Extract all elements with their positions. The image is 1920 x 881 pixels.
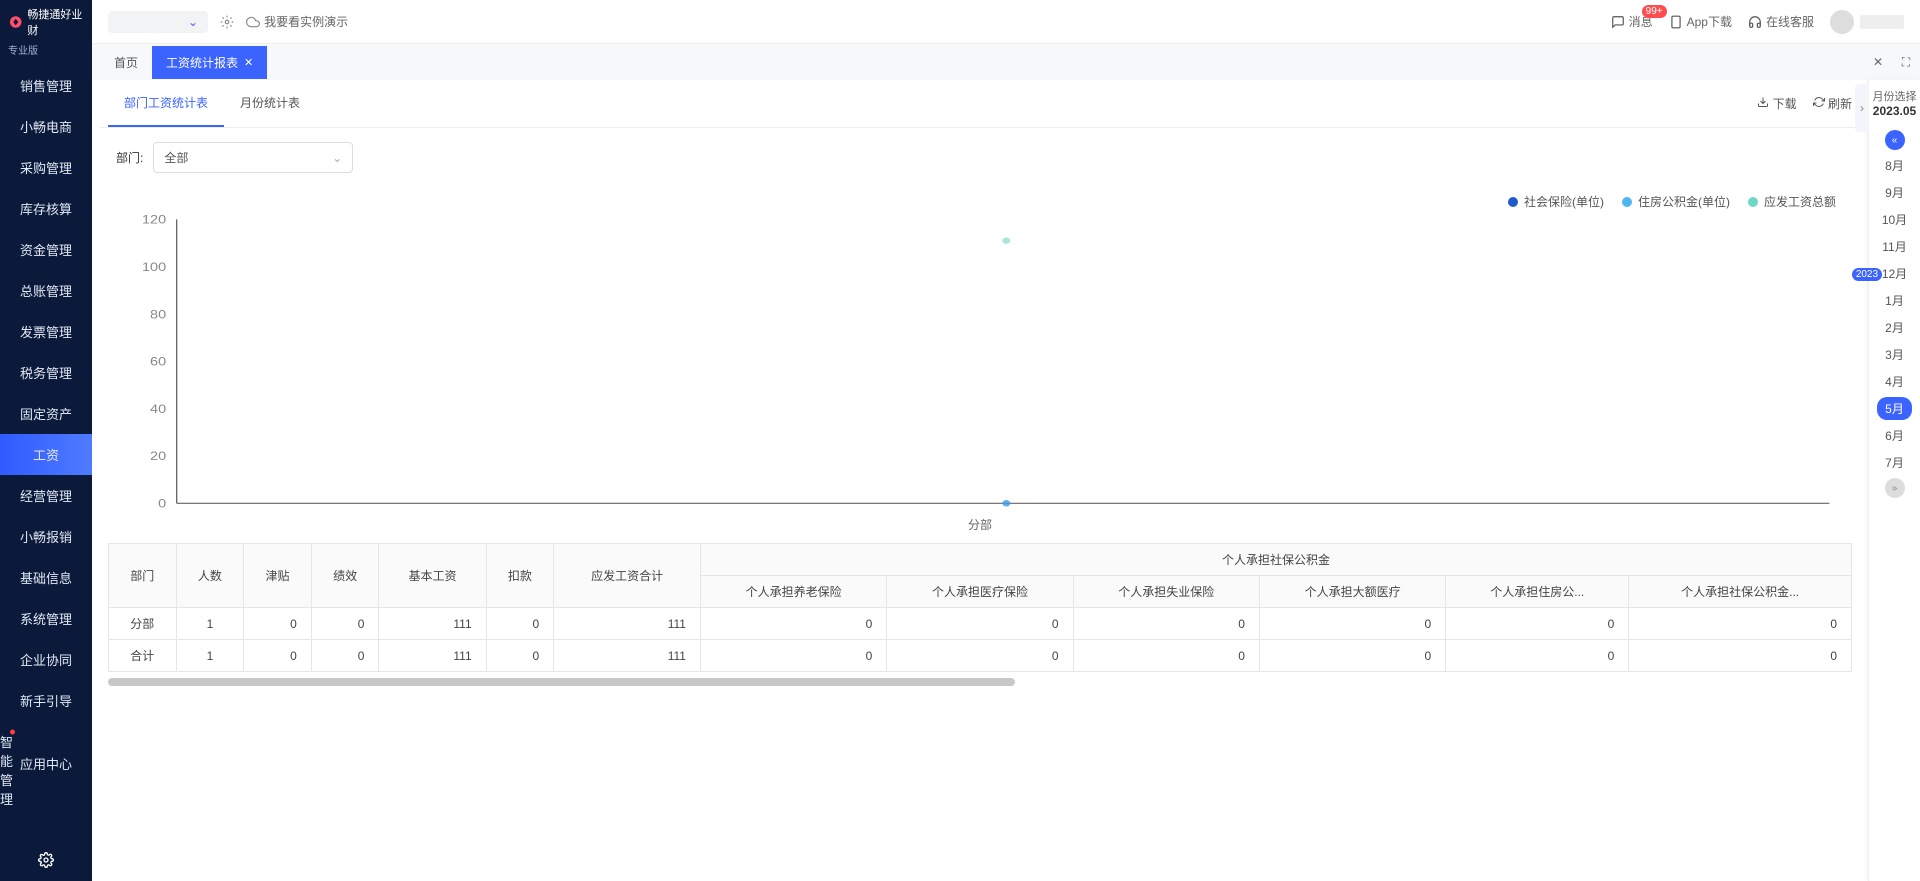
- sidebar-item-12[interactable]: 基础信息: [0, 557, 92, 598]
- message-icon: [1611, 15, 1625, 29]
- year-tag: 2023: [1852, 268, 1882, 281]
- tabstrip: 首页工资统计报表✕ ✕ ⛶: [92, 44, 1920, 80]
- sidebar-item-9[interactable]: 工资: [0, 434, 92, 475]
- sidebar-item-11[interactable]: 小畅报销: [0, 516, 92, 557]
- table-row: 分部1001110111000000: [109, 608, 1852, 640]
- sidebar-item-1[interactable]: 小畅电商: [0, 106, 92, 147]
- headset-icon: [1748, 15, 1762, 29]
- user-avatar[interactable]: [1830, 10, 1904, 34]
- month-list: 2023 8月9月10月11月12月1月2月3月4月5月6月7月: [1874, 154, 1915, 474]
- chart-legend: 社会保险(单位) 住房公积金(单位) 应发工资总额: [124, 187, 1836, 214]
- tab-close-icon[interactable]: ✕: [244, 56, 253, 69]
- customer-service-button[interactable]: 在线客服: [1748, 13, 1814, 30]
- chevron-down-icon: ⌄: [332, 151, 342, 165]
- settings-icon[interactable]: [0, 842, 92, 881]
- month-item-2[interactable]: 10月: [1874, 208, 1915, 231]
- chart: 0 20 40 60 80 100 120: [124, 214, 1836, 514]
- month-item-11[interactable]: 7月: [1877, 451, 1912, 474]
- month-picker-collapse[interactable]: ›: [1855, 84, 1869, 132]
- nav: 销售管理小畅电商采购管理库存核算资金管理总账管理发票管理税务管理固定资产工资经营…: [0, 65, 92, 842]
- sidebar-item-3[interactable]: 库存核算: [0, 188, 92, 229]
- sidebar-item-13[interactable]: 系统管理: [0, 598, 92, 639]
- legend-item-3[interactable]: 应发工资总额: [1748, 193, 1836, 210]
- download-button[interactable]: 下载: [1757, 95, 1796, 112]
- company-dropdown[interactable]: ⌄: [108, 11, 208, 33]
- chart-xlabel: 分部: [124, 514, 1836, 533]
- month-item-6[interactable]: 2月: [1877, 316, 1912, 339]
- dept-select[interactable]: 全部 ⌄: [153, 142, 353, 173]
- month-item-1[interactable]: 9月: [1877, 181, 1912, 204]
- brand: 畅捷通好业财: [0, 0, 92, 42]
- sidebar-item-5[interactable]: 总账管理: [0, 270, 92, 311]
- svg-text:100: 100: [142, 260, 166, 273]
- fullscreen-button[interactable]: ⛶: [1892, 48, 1920, 76]
- chevron-down-icon: ⌄: [188, 15, 198, 29]
- dept-filter-label: 部门:: [116, 149, 143, 166]
- month-item-8[interactable]: 4月: [1877, 370, 1912, 393]
- stats-table: 部门人数津贴绩效基本工资扣款应发工资合计个人承担社保公积金个人承担养老保险个人承…: [100, 543, 1860, 672]
- month-picker-title: 月份选择: [1873, 88, 1917, 104]
- sidebar-item-4[interactable]: 资金管理: [0, 229, 92, 270]
- tab-0[interactable]: 首页: [100, 46, 152, 79]
- svg-text:80: 80: [150, 308, 166, 321]
- subtab-1[interactable]: 月份统计表: [224, 80, 316, 127]
- month-item-10[interactable]: 6月: [1877, 424, 1912, 447]
- cloud-icon: [246, 15, 260, 29]
- sidebar-item-16[interactable]: 智能管理: [0, 721, 10, 743]
- sidebar-item-10[interactable]: 经营管理: [0, 475, 92, 516]
- sidebar-item-0[interactable]: 销售管理: [0, 65, 92, 106]
- sidebar: 畅捷通好业财 专业版 销售管理小畅电商采购管理库存核算资金管理总账管理发票管理税…: [0, 0, 92, 881]
- month-item-3[interactable]: 11月: [1874, 235, 1914, 258]
- sidebar-item-8[interactable]: 固定资产: [0, 393, 92, 434]
- messages-button[interactable]: 消息: [1611, 13, 1653, 30]
- settings-button[interactable]: [220, 15, 234, 29]
- topbar: ⌄ 我要看实例演示 消息 App下载 在线客服: [92, 0, 1920, 44]
- sidebar-item-6[interactable]: 发票管理: [0, 311, 92, 352]
- legend-item-1[interactable]: 社会保险(单位): [1508, 193, 1604, 210]
- user-name: [1860, 15, 1904, 29]
- sidebar-item-7[interactable]: 税务管理: [0, 352, 92, 393]
- refresh-icon: [1813, 96, 1825, 108]
- subtab-0[interactable]: 部门工资统计表: [108, 80, 224, 127]
- month-item-7[interactable]: 3月: [1877, 343, 1912, 366]
- month-scroll-down[interactable]: »: [1885, 478, 1905, 498]
- brand-edition: 专业版: [0, 42, 92, 65]
- download-icon: [1757, 96, 1769, 108]
- sidebar-item-17[interactable]: 应用中心: [0, 743, 92, 784]
- svg-text:120: 120: [142, 214, 166, 226]
- month-picker-selected: 2023.05: [1873, 104, 1916, 118]
- month-picker: › 月份选择 2023.05 « 2023 8月9月10月11月12月1月2月3…: [1868, 80, 1920, 881]
- month-item-5[interactable]: 1月: [1877, 289, 1912, 312]
- close-tabs-button[interactable]: ✕: [1864, 48, 1892, 76]
- sidebar-item-2[interactable]: 采购管理: [0, 147, 92, 188]
- refresh-button[interactable]: 刷新: [1813, 95, 1852, 112]
- demo-link[interactable]: 我要看实例演示: [246, 13, 348, 30]
- svg-text:0: 0: [158, 497, 166, 510]
- avatar-image: [1830, 10, 1854, 34]
- sidebar-item-15[interactable]: 新手引导: [0, 680, 92, 721]
- chart-area: 社会保险(单位) 住房公积金(单位) 应发工资总额 0 20 40 60 80 100 12…: [100, 187, 1860, 543]
- tab-1[interactable]: 工资统计报表✕: [152, 46, 267, 79]
- month-item-0[interactable]: 8月: [1877, 154, 1912, 177]
- brand-logo-icon: [8, 13, 23, 31]
- month-item-9[interactable]: 5月: [1877, 397, 1912, 420]
- sidebar-item-14[interactable]: 企业协同: [0, 639, 92, 680]
- brand-name: 畅捷通好业财: [27, 6, 84, 38]
- app-download-button[interactable]: App下载: [1669, 13, 1732, 30]
- month-scroll-up[interactable]: «: [1885, 130, 1905, 150]
- svg-text:60: 60: [150, 355, 166, 368]
- svg-text:20: 20: [150, 450, 166, 463]
- phone-icon: [1669, 15, 1683, 29]
- legend-item-2[interactable]: 住房公积金(单位): [1622, 193, 1730, 210]
- horizontal-scrollbar[interactable]: [108, 678, 1852, 690]
- subtabs: 部门工资统计表月份统计表 下载 刷新: [100, 80, 1860, 128]
- svg-text:40: 40: [150, 402, 166, 415]
- filter-row: 部门: 全部 ⌄: [100, 128, 1860, 187]
- table-row: 合计1001110111000000: [109, 640, 1852, 672]
